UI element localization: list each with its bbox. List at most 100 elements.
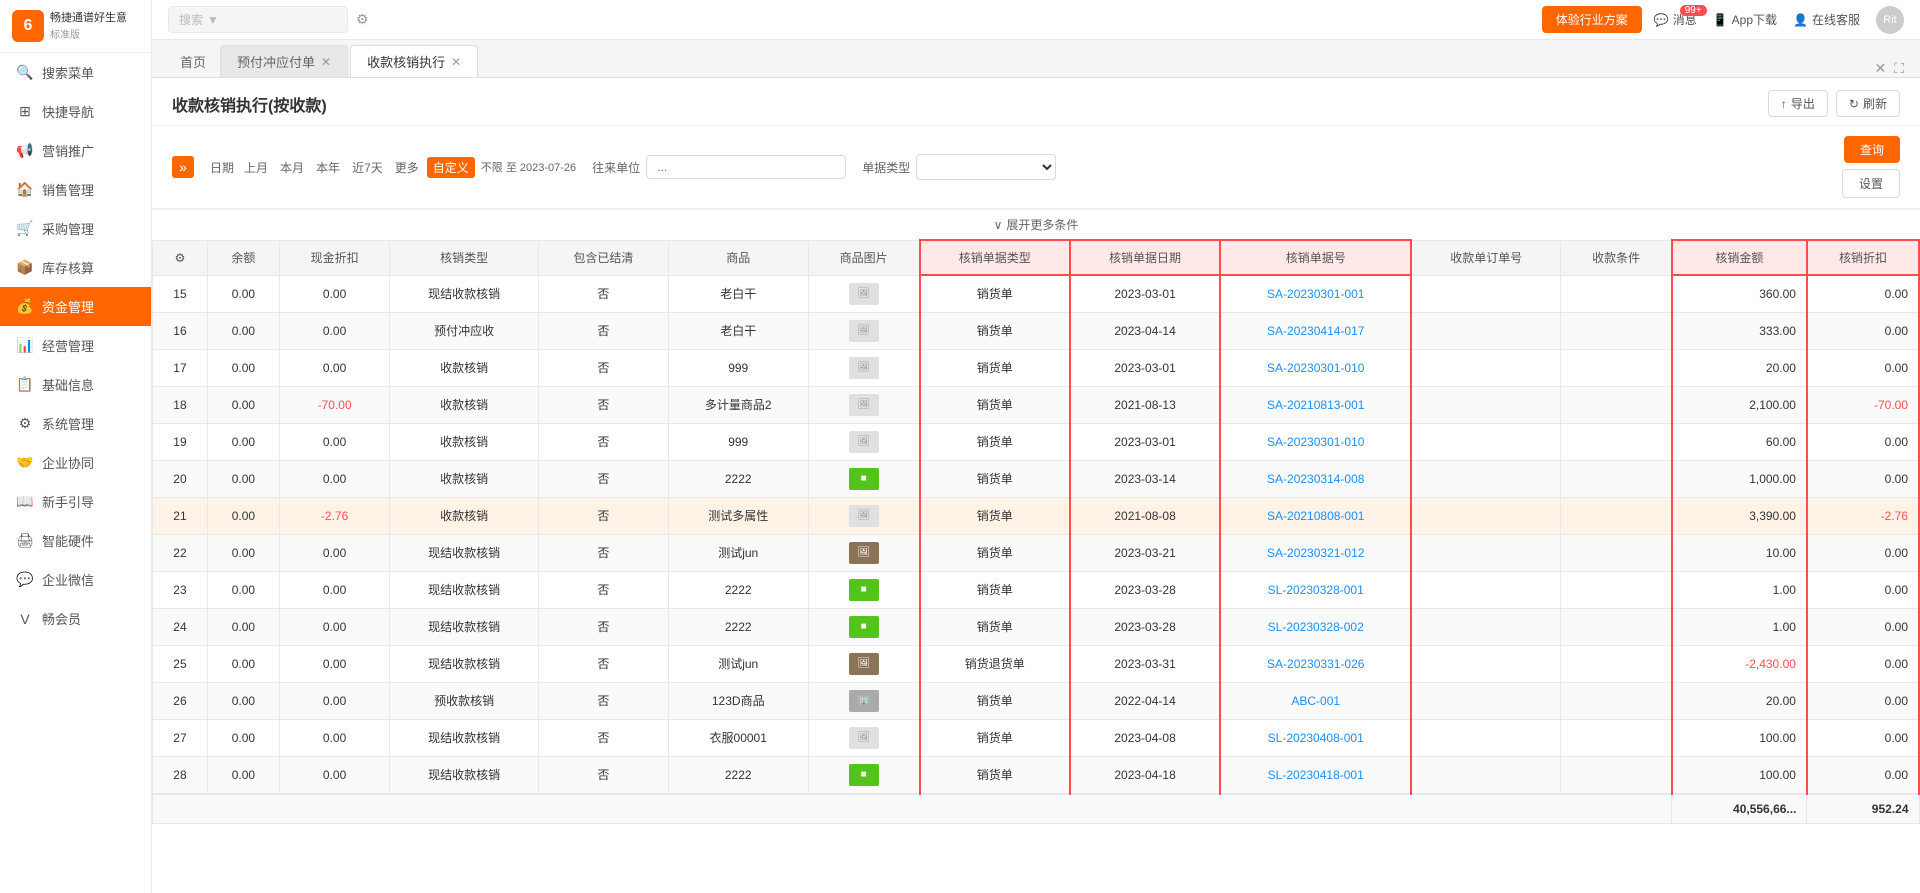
sidebar-item-finance[interactable]: 💰 资金管理 [0,287,151,326]
cell-verify-discount: -2.76 [1807,497,1919,534]
cell-receipt-condition [1561,571,1672,608]
bill-no-link[interactable]: SL-20230408-001 [1268,731,1364,745]
cell-goods-image: 🏢 [808,682,919,719]
filter-expand-button[interactable]: » [172,156,194,178]
bill-no-link[interactable]: ABC-001 [1291,694,1340,708]
cell-id: 19 [153,423,208,460]
goods-image-empty: 🖼 [849,505,879,527]
tab-verify[interactable]: 收款核销执行 ✕ [350,45,478,77]
cell-bill-type: 销货单 [920,608,1070,645]
cell-bill-no: SA-20230301-001 [1220,275,1411,312]
cell-goods: 123D商品 [668,682,808,719]
tab-close-all-icon[interactable]: ✕ [1874,60,1886,77]
sidebar-item-marketing[interactable]: 📢 营销推广 [0,131,151,170]
sidebar-item-wechat[interactable]: 💬 企业微信 [0,560,151,599]
export-button[interactable]: ↑ 导出 [1768,90,1828,117]
goods-image-empty: 🖼 [849,320,879,342]
cell-cash-discount: 0.00 [279,571,389,608]
tab-close-prepay[interactable]: ✕ [321,55,331,69]
bill-no-link[interactable]: SL-20230418-001 [1268,768,1364,782]
sidebar-item-basic-info[interactable]: 📋 基础信息 [0,365,151,404]
cell-goods: 多计量商品2 [668,386,808,423]
logo-text: 畅捷通谱好生意 [50,11,127,25]
cell-verify-discount: 0.00 [1807,608,1919,645]
table-row: 28 0.00 0.00 现结收款核销 否 2222 ■ 销货单 2023-04… [153,756,1920,794]
date-7days[interactable]: 近7天 [348,157,387,178]
bill-no-link[interactable]: SA-20230321-012 [1267,546,1364,560]
date-this-year[interactable]: 本年 [312,157,344,178]
solution-button[interactable]: 体验行业方案 [1542,6,1642,33]
system-icon: ⚙ [16,415,34,432]
cell-bill-date: 2023-03-31 [1070,645,1220,682]
page-title: 收款核销执行(按收款) [172,92,327,116]
bill-no-link[interactable]: SL-20230328-002 [1268,620,1364,634]
sidebar-item-system[interactable]: ⚙ 系统管理 [0,404,151,443]
app-download-button[interactable]: 📱 App下载 [1713,11,1777,28]
cell-verify-discount: 0.00 [1807,349,1919,386]
setting-button[interactable]: 设置 [1842,169,1900,198]
bill-no-link[interactable]: SA-20210808-001 [1267,509,1364,523]
message-button[interactable]: 💬 消息 99+ [1654,11,1697,28]
table-row: 16 0.00 0.00 预付冲应收 否 老白干 🖼 销货单 2023-04-1… [153,312,1920,349]
bill-no-link[interactable]: SA-20230301-010 [1267,435,1364,449]
table-row: 20 0.00 0.00 收款核销 否 2222 ■ 销货单 2023-03-1… [153,460,1920,497]
bill-no-link[interactable]: SA-20230301-010 [1267,361,1364,375]
cell-verify-discount: 0.00 [1807,682,1919,719]
sidebar-item-management[interactable]: 📊 经营管理 [0,326,151,365]
cell-id: 28 [153,756,208,794]
cell-receipt-condition [1561,719,1672,756]
cell-balance: 0.00 [207,460,279,497]
wechat-icon: 💬 [16,571,34,588]
col-header-verify-amount: 核销金额 [1672,240,1807,275]
tab-close-verify[interactable]: ✕ [451,55,461,69]
sidebar-item-guide[interactable]: 📖 新手引导 [0,482,151,521]
sidebar-item-inventory[interactable]: 📦 库存核算 [0,248,151,287]
bill-no-link[interactable]: SA-20230314-008 [1267,472,1364,486]
query-button[interactable]: 查询 [1844,136,1900,163]
partner-input[interactable] [646,155,846,179]
cell-bill-no: SL-20230418-001 [1220,756,1411,794]
date-this-month[interactable]: 本月 [276,157,308,178]
cell-verify-amount: 100.00 [1672,756,1807,794]
table-row: 21 0.00 -2.76 收款核销 否 测试多属性 🖼 销货单 2021-08… [153,497,1920,534]
date-last-month[interactable]: 上月 [240,157,272,178]
bill-no-link[interactable]: SA-20210813-001 [1267,398,1364,412]
expand-more-bar[interactable]: ∨ 展开更多条件 [152,209,1920,239]
bill-no-link[interactable]: SL-20230328-001 [1268,583,1364,597]
search-placeholder: 搜索 [179,11,203,28]
sidebar-item-purchase[interactable]: 🛒 采购管理 [0,209,151,248]
bill-no-link[interactable]: SA-20230301-001 [1267,287,1364,301]
cell-bill-no: SA-20230314-008 [1220,460,1411,497]
cell-goods-image: 🖼 [808,386,919,423]
sidebar-item-sales[interactable]: 🏠 销售管理 [0,170,151,209]
cell-bill-type: 销货单 [920,423,1070,460]
data-table-container[interactable]: ⚙ 余额 现金折扣 核销类型 包含已结清 商品 商品图片 核销单据类型 核销单据… [152,239,1920,893]
bill-no-link[interactable]: SA-20230414-017 [1267,324,1364,338]
tab-home[interactable]: 首页 [168,46,218,77]
inventory-icon: 📦 [16,259,34,276]
goods-image-empty: 🖼 [849,394,879,416]
cell-receipt-condition [1561,312,1672,349]
refresh-button[interactable]: ↻ 刷新 [1836,90,1900,117]
tab-prepay[interactable]: 预付冲应付单 ✕ [220,45,348,77]
online-service-button[interactable]: 👤 在线客服 [1793,11,1860,28]
settings-icon[interactable]: ⚙ [356,11,369,28]
user-avatar[interactable]: Rit [1876,6,1904,34]
tab-expand-icon[interactable]: ⛶ [1894,60,1904,77]
bill-type-select[interactable] [916,154,1056,180]
date-more[interactable]: 更多 [391,157,423,178]
cell-bill-no: SA-20210808-001 [1220,497,1411,534]
bill-no-link[interactable]: SA-20230331-026 [1267,657,1364,671]
cell-receipt-order-no [1411,349,1561,386]
cell-verify-type: 现结收款核销 [390,571,539,608]
sidebar-item-search[interactable]: 🔍 搜索菜单 [0,53,151,92]
sidebar-item-member[interactable]: V 畅会员 [0,599,151,638]
col-header-settings[interactable]: ⚙ [153,240,208,275]
sidebar-item-quicknav[interactable]: ⊞ 快捷导航 [0,92,151,131]
sidebar-item-collab[interactable]: 🤝 企业协同 [0,443,151,482]
cell-receipt-order-no [1411,497,1561,534]
sidebar-item-hardware[interactable]: 🖨 智能硬件 [0,521,151,560]
cell-receipt-order-no [1411,275,1561,312]
date-custom[interactable]: 自定义 [427,157,475,178]
cell-bill-type: 销货单 [920,460,1070,497]
